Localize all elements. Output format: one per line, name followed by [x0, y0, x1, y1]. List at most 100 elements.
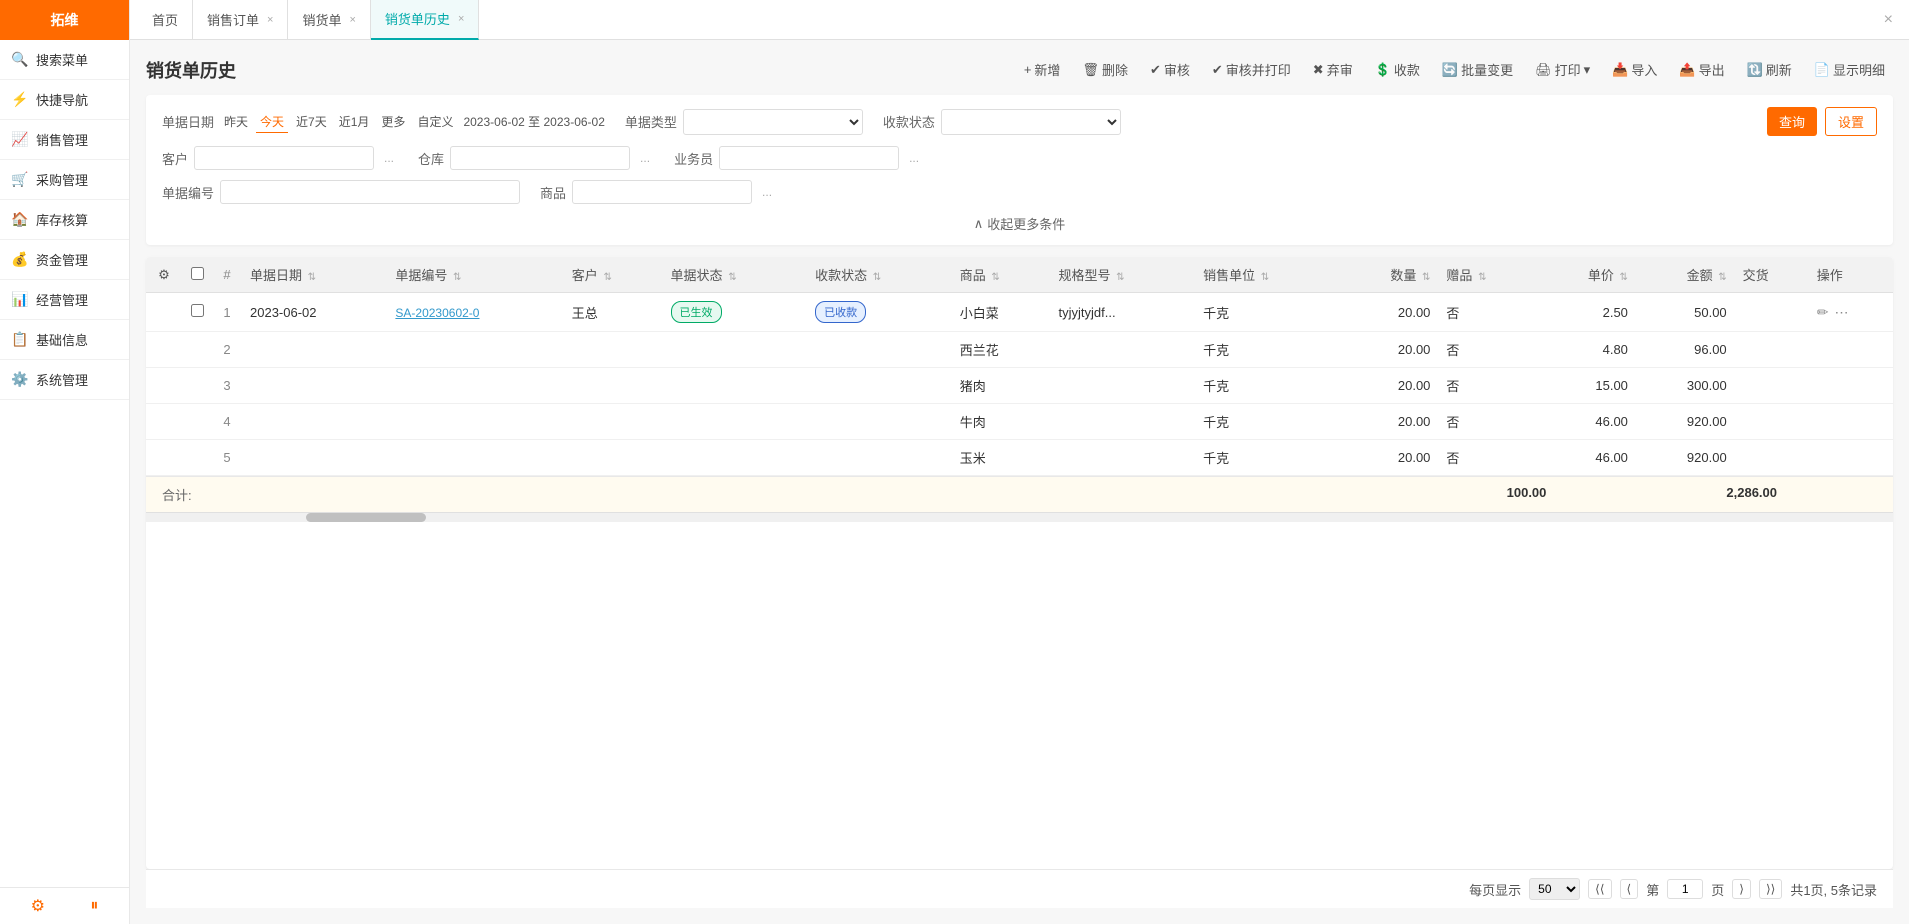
page-size-select[interactable]: 20 50 100: [1529, 878, 1580, 900]
select-all-checkbox[interactable]: [191, 267, 204, 280]
cell-checkbox[interactable]: [182, 368, 212, 404]
col-doc-num[interactable]: 单据编号 ⇅: [387, 257, 563, 293]
export-button[interactable]: 📤 导出: [1671, 56, 1732, 83]
shortcut-more[interactable]: 更多: [377, 111, 409, 133]
shortcut-1month[interactable]: 近1月: [335, 111, 374, 133]
shortcut-today[interactable]: 今天: [256, 111, 288, 133]
sidebar-item-purchase-mgmt[interactable]: 🛒 采购管理: [0, 160, 129, 200]
import-button[interactable]: 📥 导入: [1604, 56, 1665, 83]
filter-goods-group: 商品 ...: [540, 180, 776, 204]
more-icon[interactable]: ⋯: [1834, 304, 1848, 321]
sidebar-settings-icon[interactable]: ⚙: [31, 896, 45, 916]
cell-action: [1809, 368, 1893, 404]
cell-checkbox[interactable]: [182, 440, 212, 476]
filter-warehouse-input[interactable]: [450, 146, 630, 170]
col-settings[interactable]: ⚙: [146, 257, 182, 293]
query-button[interactable]: 查询: [1767, 107, 1817, 136]
filter-customer-input[interactable]: [194, 146, 374, 170]
toolbar: + 新增 🗑 删除 ✔ 审核 ✔ 审核并打印 ✖ 弃审: [1016, 56, 1893, 83]
sidebar-item-operation-mgmt[interactable]: 📊 经营管理: [0, 280, 129, 320]
tab-home[interactable]: 首页: [138, 0, 193, 40]
page-last-button[interactable]: ⟩⟩: [1759, 879, 1782, 899]
col-payment-status[interactable]: 收款状态 ⇅: [807, 257, 952, 293]
col-unit[interactable]: 销售单位 ⇅: [1195, 257, 1340, 293]
cell-checkbox[interactable]: [182, 404, 212, 440]
filter-goods-input[interactable]: [572, 180, 752, 204]
audit-print-button[interactable]: ✔ 审核并打印: [1204, 56, 1299, 83]
row-checkbox[interactable]: [191, 304, 204, 317]
tabs-close-all[interactable]: ×: [1876, 11, 1901, 29]
page-prev-button[interactable]: ⟨: [1620, 879, 1639, 899]
print-button[interactable]: 🖨 打印 ▾: [1527, 56, 1598, 83]
shortcut-7days[interactable]: 近7天: [292, 111, 331, 133]
sidebar-bottom: ⚙ ⏸: [0, 887, 129, 924]
filter-payment-status-select[interactable]: [941, 109, 1121, 135]
settings-col-icon[interactable]: ⚙: [158, 267, 170, 282]
sidebar-item-quick-nav[interactable]: ⚡ 快捷导航: [0, 80, 129, 120]
sidebar-item-inventory[interactable]: 🏠 库存核算: [0, 200, 129, 240]
cell-checkbox[interactable]: [182, 332, 212, 368]
col-amount[interactable]: 金额 ⇅: [1636, 257, 1735, 293]
batch-change-button[interactable]: 🔄 批量变更: [1434, 56, 1521, 83]
table-footer: 合计: 100.00 2,286.00: [146, 476, 1893, 512]
col-spec[interactable]: 规格型号 ⇅: [1050, 257, 1195, 293]
filter-doc-type-select[interactable]: [683, 109, 863, 135]
scrollbar-thumb[interactable]: [306, 513, 426, 522]
col-qty-label: 数量: [1390, 268, 1416, 283]
delete-button[interactable]: 🗑 删除: [1074, 56, 1136, 83]
col-qty[interactable]: 数量 ⇅: [1340, 257, 1439, 293]
col-gift[interactable]: 赠品 ⇅: [1438, 257, 1537, 293]
sidebar-collapse-icon[interactable]: ⏸: [90, 897, 98, 915]
filter-doc-type-group: 单据类型: [625, 109, 863, 135]
staff-ellipsis[interactable]: ...: [905, 151, 923, 165]
page-next-button[interactable]: ⟩: [1732, 879, 1751, 899]
sidebar-item-sales-mgmt[interactable]: 📈 销售管理: [0, 120, 129, 160]
cell-checkbox[interactable]: [182, 293, 212, 332]
refresh-button[interactable]: 🔃 刷新: [1739, 56, 1800, 83]
shortcut-custom[interactable]: 自定义: [413, 111, 457, 133]
shortcut-yesterday[interactable]: 昨天: [220, 111, 252, 133]
edit-icon[interactable]: ✏: [1817, 304, 1829, 321]
receive-button[interactable]: 💲 收款: [1367, 56, 1428, 83]
col-doc-status[interactable]: 单据状态 ⇅: [663, 257, 808, 293]
sidebar-item-base-info[interactable]: 📋 基础信息: [0, 320, 129, 360]
col-unit-price[interactable]: 单价 ⇅: [1537, 257, 1636, 293]
sidebar-item-sys-mgmt[interactable]: ⚙️ 系统管理: [0, 360, 129, 400]
tab-sales-history-close[interactable]: ×: [458, 13, 464, 25]
goods-ellipsis[interactable]: ...: [758, 185, 776, 199]
sidebar-item-finance-mgmt[interactable]: 💰 资金管理: [0, 240, 129, 280]
abandon-button[interactable]: ✖ 弃审: [1305, 56, 1361, 83]
cell-doc-num: SA-20230602-0: [387, 293, 563, 332]
filter-doc-num-input[interactable]: [220, 180, 520, 204]
show-detail-button[interactable]: 📄 显示明细: [1806, 56, 1893, 83]
tab-sales-delivery-label: 销货单: [302, 10, 341, 29]
collapse-button[interactable]: ∧ 收起更多条件: [162, 214, 1877, 233]
sidebar-item-search-menu[interactable]: 🔍 搜索菜单: [0, 40, 129, 80]
tab-sales-order[interactable]: 销售订单 ×: [193, 0, 288, 40]
tab-sales-delivery-close[interactable]: ×: [349, 14, 355, 26]
export-label: 导出: [1699, 60, 1725, 79]
horizontal-scrollbar[interactable]: [146, 512, 1893, 522]
cell-settings: [146, 293, 182, 332]
cell-doc-status: [663, 332, 808, 368]
doc-num-link[interactable]: SA-20230602-0: [395, 306, 479, 320]
tab-sales-history[interactable]: 销货单历史 ×: [371, 0, 479, 40]
col-customer[interactable]: 客户 ⇅: [564, 257, 663, 293]
new-button[interactable]: + 新增: [1016, 56, 1069, 83]
audit-button[interactable]: ✔ 审核: [1142, 56, 1198, 83]
col-doc-date[interactable]: 单据日期 ⇅: [242, 257, 387, 293]
settings-button[interactable]: 设置: [1825, 107, 1877, 136]
filter-staff-input[interactable]: [719, 146, 899, 170]
warehouse-ellipsis[interactable]: ...: [636, 151, 654, 165]
page-input[interactable]: [1667, 879, 1703, 899]
tab-sales-delivery[interactable]: 销货单 ×: [288, 0, 370, 40]
tab-home-label: 首页: [152, 10, 178, 29]
tab-sales-order-close[interactable]: ×: [267, 14, 273, 26]
customer-ellipsis[interactable]: ...: [380, 151, 398, 165]
page-first-button[interactable]: ⟨⟨: [1588, 879, 1611, 899]
cell-goods: 猪肉: [952, 368, 1051, 404]
cell-action: ✏ ⋯: [1809, 293, 1893, 332]
cell-num: 2: [212, 332, 242, 368]
col-goods-label: 商品: [960, 268, 986, 283]
col-goods[interactable]: 商品 ⇅: [952, 257, 1051, 293]
